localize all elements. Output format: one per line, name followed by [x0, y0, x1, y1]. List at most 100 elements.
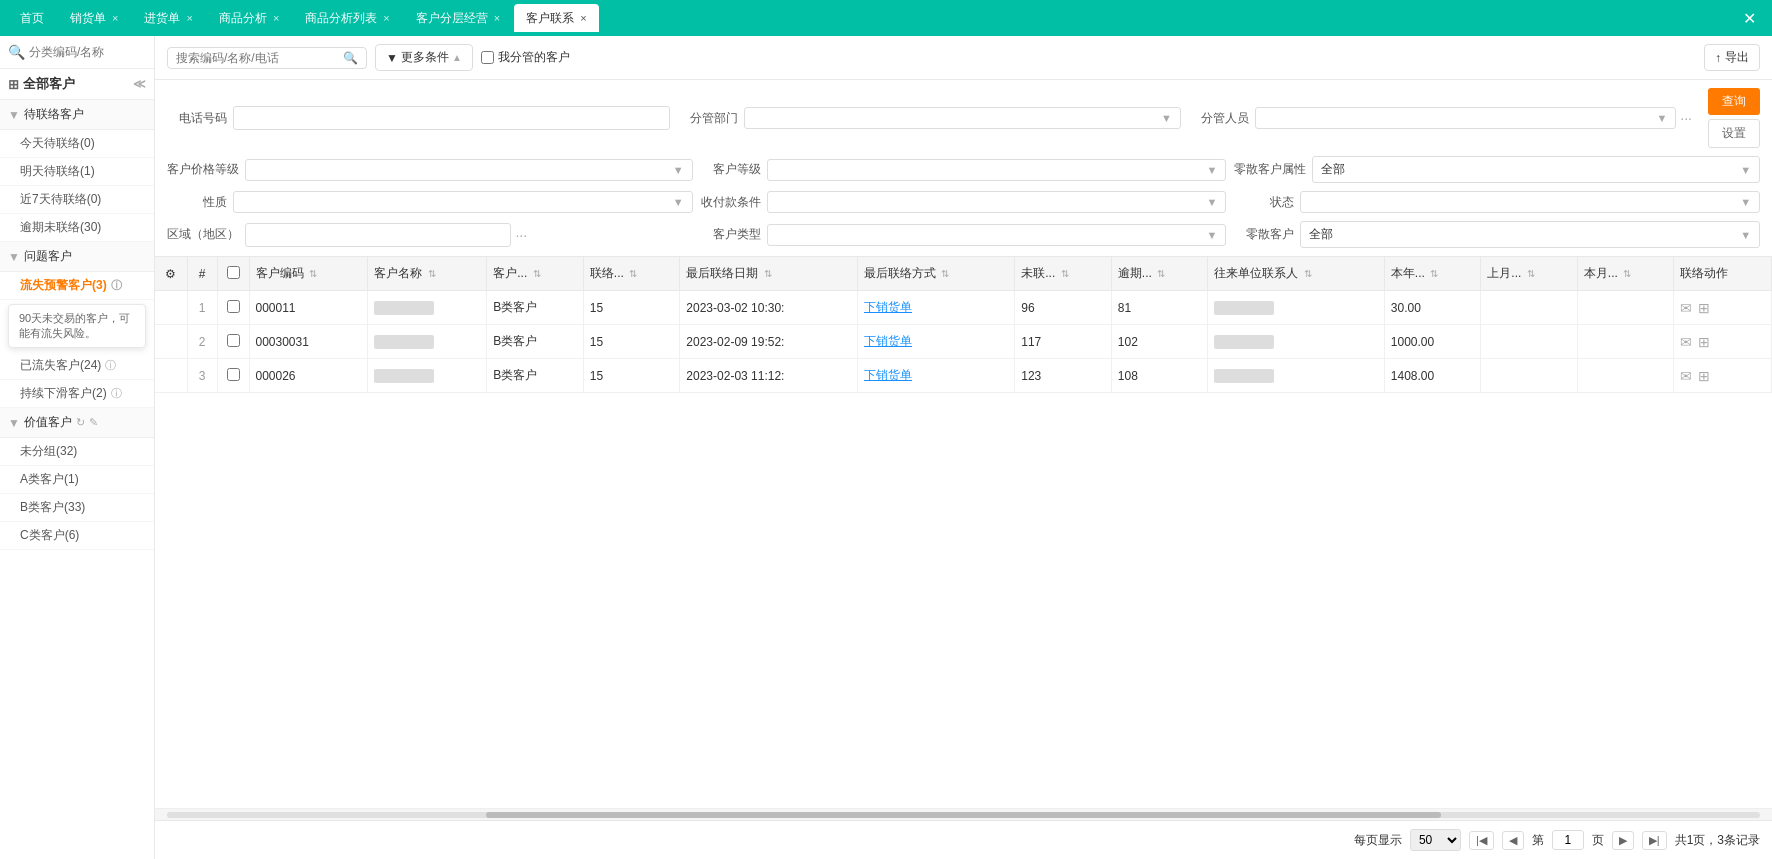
row-last-method-1[interactable]: 下销货单 [858, 325, 1015, 359]
more-conditions-btn[interactable]: ▼ 更多条件 ▲ [375, 44, 473, 71]
row-check-1[interactable] [217, 325, 249, 359]
sidebar-item-classA[interactable]: A类客户(1) [0, 466, 154, 494]
settings-btn[interactable]: 设置 [1708, 119, 1760, 148]
tab-product-list[interactable]: 商品分析列表 × [293, 4, 401, 32]
filter-scatter-select[interactable]: 全部 ▼ [1300, 221, 1760, 248]
sidebar-item-7days[interactable]: 近7天待联络(0) [0, 186, 154, 214]
filter-region-input[interactable] [245, 223, 511, 247]
action-contact-icon-1[interactable]: ✉ [1680, 334, 1692, 350]
tab-sales[interactable]: 销货单 × [58, 4, 130, 32]
tab-home[interactable]: 首页 [8, 4, 56, 32]
per-page-label: 每页显示 [1354, 832, 1402, 849]
th-last-date[interactable]: 最后联络日期 ⇅ [680, 257, 858, 291]
th-overdue[interactable]: 逾期... ⇅ [1111, 257, 1208, 291]
tab-purchase-close[interactable]: × [186, 12, 192, 24]
row-last-method-0[interactable]: 下销货单 [858, 291, 1015, 325]
row-contacts-0: 15 [583, 291, 680, 325]
filter-nature-select[interactable]: ▼ [233, 191, 693, 213]
sidebar-item-tomorrow[interactable]: 明天待联络(1) [0, 158, 154, 186]
query-btn[interactable]: 查询 [1708, 88, 1760, 115]
sidebar-item-declining[interactable]: 持续下滑客户(2) ⓘ [0, 380, 154, 408]
filter-dept-select[interactable]: ▼ [744, 107, 1181, 129]
th-contacts[interactable]: 联络... ⇅ [583, 257, 680, 291]
th-name[interactable]: 客户名称 ⇅ [368, 257, 487, 291]
tab-product-analysis[interactable]: 商品分析 × [207, 4, 291, 32]
tab-customer-contact-close[interactable]: × [580, 12, 586, 24]
tab-customer-tier[interactable]: 客户分层经营 × [404, 4, 512, 32]
sidebar-item-churn-warning[interactable]: 流失预警客户(3) ⓘ [0, 272, 154, 300]
filter-status-select[interactable]: ▼ [1300, 191, 1760, 213]
filter-price-level-select[interactable]: ▼ [245, 159, 693, 181]
sidebar-collapse-btn[interactable]: ≪ [133, 77, 146, 91]
info-icon-churned: ⓘ [105, 358, 116, 373]
filter-manager-dots[interactable]: ··· [1680, 110, 1692, 126]
action-more-icon-2[interactable]: ⊞ [1698, 368, 1710, 384]
tab-bar: 首页 销货单 × 进货单 × 商品分析 × 商品分析列表 × 客户分层经营 × … [0, 0, 1772, 36]
last-page-btn[interactable]: ▶| [1642, 831, 1667, 850]
sidebar-group-value[interactable]: ▼ 价值客户 ↻ ✎ [0, 408, 154, 438]
th-check[interactable] [217, 257, 249, 291]
sidebar-group-problem[interactable]: ▼ 问题客户 [0, 242, 154, 272]
filter-scatter-attr-select[interactable]: 全部 ▼ [1312, 156, 1760, 183]
th-last-month[interactable]: 上月... ⇅ [1481, 257, 1578, 291]
tab-sales-close[interactable]: × [112, 12, 118, 24]
action-more-icon-1[interactable]: ⊞ [1698, 334, 1710, 350]
scrollbar-thumb[interactable] [486, 812, 1442, 818]
sidebar-search-input[interactable] [29, 45, 155, 59]
export-btn[interactable]: ↑ 导出 [1704, 44, 1760, 71]
sidebar-item-overdue-contact[interactable]: 逾期未联络(30) [0, 214, 154, 242]
th-unit-contact-label: 往来单位联系人 [1214, 266, 1298, 280]
row-last-method-2[interactable]: 下销货单 [858, 359, 1015, 393]
first-page-btn[interactable]: |◀ [1469, 831, 1494, 850]
toolbar-search-input[interactable] [176, 51, 339, 65]
filter-region-dots[interactable]: ··· [515, 227, 527, 243]
filter-customer-level-select[interactable]: ▼ [767, 159, 1227, 181]
th-this-year[interactable]: 本年... ⇅ [1384, 257, 1481, 291]
sidebar-item-classC[interactable]: C类客户(6) [0, 522, 154, 550]
action-contact-icon-0[interactable]: ✉ [1680, 300, 1692, 316]
th-name-label: 客户名称 [374, 266, 422, 280]
row-check-0[interactable] [217, 291, 249, 325]
sidebar-item-classB[interactable]: B类客户(33) [0, 494, 154, 522]
prev-page-btn[interactable]: ◀ [1502, 831, 1524, 850]
th-uncontacted[interactable]: 未联... ⇅ [1015, 257, 1112, 291]
sidebar-item-today[interactable]: 今天待联络(0) [0, 130, 154, 158]
filter-payment-select[interactable]: ▼ [767, 191, 1227, 213]
th-last-method[interactable]: 最后联络方式 ⇅ [858, 257, 1015, 291]
horizontal-scrollbar[interactable] [155, 808, 1772, 820]
tab-product-analysis-close[interactable]: × [273, 12, 279, 24]
sidebar-item-ungrouped[interactable]: 未分组(32) [0, 438, 154, 466]
value-group-edit-icon[interactable]: ✎ [89, 416, 98, 429]
filter-phone-label: 电话号码 [167, 110, 227, 127]
toolbar-search-icon[interactable]: 🔍 [343, 51, 358, 65]
select-all-checkbox[interactable] [227, 266, 240, 279]
filter-phone-input[interactable] [233, 106, 670, 130]
my-customers-checkbox-label[interactable]: 我分管的客户 [481, 49, 570, 66]
tab-product-list-close[interactable]: × [383, 12, 389, 24]
export-label: 导出 [1725, 49, 1749, 66]
sidebar-item-churned[interactable]: 已流失客户(24) ⓘ [0, 352, 154, 380]
th-unit-contact[interactable]: 往来单位联系人 ⇅ [1208, 257, 1384, 291]
action-more-icon-0[interactable]: ⊞ [1698, 300, 1710, 316]
value-group-refresh-icon[interactable]: ↻ [76, 416, 85, 429]
tab-purchase[interactable]: 进货单 × [132, 4, 204, 32]
action-contact-icon-2[interactable]: ✉ [1680, 368, 1692, 384]
row-check-2[interactable] [217, 359, 249, 393]
window-close[interactable]: ✕ [1735, 5, 1764, 32]
filter-panel: 电话号码 分管部门 ▼ 分管人员 ▼ ··· [155, 80, 1772, 257]
page-input[interactable] [1552, 830, 1584, 850]
next-page-btn[interactable]: ▶ [1612, 831, 1634, 850]
th-type[interactable]: 客户... ⇅ [487, 257, 584, 291]
th-gear[interactable]: ⚙ [155, 257, 187, 291]
my-customers-checkbox[interactable] [481, 51, 494, 64]
declining-label: 持续下滑客户(2) [20, 385, 107, 402]
tab-customer-contact[interactable]: 客户联系 × [514, 4, 598, 32]
tab-customer-tier-close[interactable]: × [494, 12, 500, 24]
th-this-month[interactable]: 本月... ⇅ [1577, 257, 1674, 291]
th-code[interactable]: 客户编码 ⇅ [249, 257, 368, 291]
sidebar-root[interactable]: ⊞ 全部客户 ≪ [0, 69, 154, 100]
filter-customer-type-select[interactable]: ▼ [767, 224, 1227, 246]
sidebar-group-pending[interactable]: ▼ 待联络客户 [0, 100, 154, 130]
filter-manager-select[interactable]: ▼ [1255, 107, 1676, 129]
per-page-select[interactable]: 50 100 200 [1410, 829, 1461, 851]
